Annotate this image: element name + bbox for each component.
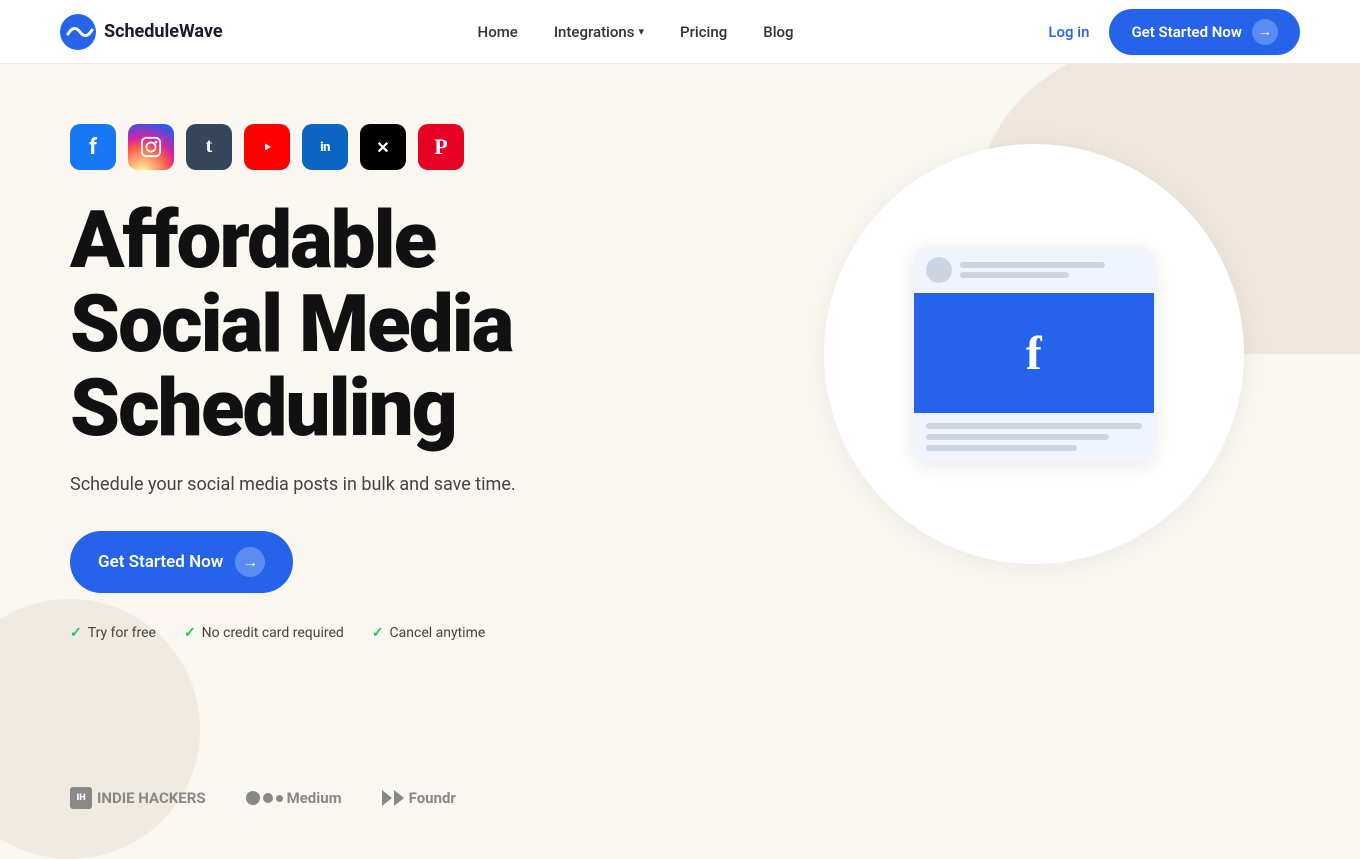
foundr-chev-1 [382, 790, 392, 806]
navbar: ScheduleWave Home Integrations ▾ Pricing… [0, 0, 1360, 64]
linkedin-icon[interactable]: in [302, 124, 348, 170]
medium-logo: Medium [246, 789, 342, 807]
instagram-icon[interactable] [128, 124, 174, 170]
ih-box-icon: IH [70, 787, 92, 809]
card-footer [914, 413, 1154, 461]
footer-line-1 [926, 423, 1142, 429]
illustration-circle: f [824, 144, 1244, 564]
footer-line-2 [926, 434, 1110, 440]
trust-badge-no-cc: ✓ No credit card required [184, 625, 344, 641]
nav-actions: Log in Get Started Now → [1048, 9, 1300, 55]
medium-dot-2 [263, 793, 273, 803]
nav-home[interactable]: Home [478, 23, 518, 41]
logo-link[interactable]: ScheduleWave [60, 14, 223, 50]
card-image-area: f [914, 293, 1154, 413]
hero-cta-button[interactable]: Get Started Now → [70, 531, 293, 593]
medium-label: Medium [287, 789, 342, 807]
ih-label: INDIE HACKERS [97, 789, 206, 807]
nav-integrations[interactable]: Integrations ▾ [554, 23, 644, 41]
medium-dots-icon [246, 791, 283, 805]
chevron-down-icon: ▾ [638, 25, 644, 38]
hero-illustration: f [778, 144, 1290, 564]
trust-badge-free: ✓ Try for free [70, 625, 156, 641]
logo-icon [60, 14, 96, 50]
hero-arrow-icon: → [235, 547, 265, 577]
social-icons-row: f t in ✕ P [70, 124, 741, 170]
login-link[interactable]: Log in [1048, 23, 1089, 41]
card-header [914, 247, 1154, 293]
nav-blog[interactable]: Blog [763, 23, 793, 41]
facebook-f-logo: f [1026, 326, 1042, 381]
header-line-1 [960, 262, 1106, 268]
logo-text: ScheduleWave [104, 21, 223, 42]
foundr-label: Foundr [409, 789, 456, 807]
nav-cta-button[interactable]: Get Started Now → [1109, 9, 1300, 55]
card-avatar [926, 257, 952, 283]
nav-links: Home Integrations ▾ Pricing Blog [478, 22, 794, 41]
medium-dot-3 [276, 795, 283, 802]
hero-left: f t in ✕ P Affordable Social [70, 124, 741, 641]
tumblr-icon[interactable]: t [186, 124, 232, 170]
x-icon[interactable]: ✕ [360, 124, 406, 170]
youtube-icon[interactable] [244, 124, 290, 170]
foundr-chev-2 [394, 790, 404, 806]
facebook-post-card: f [914, 247, 1154, 461]
check-icon: ✓ [184, 625, 196, 641]
arrow-circle-icon: → [1252, 19, 1278, 45]
header-line-2 [960, 272, 1069, 278]
trust-badge-cancel: ✓ Cancel anytime [372, 625, 485, 641]
check-icon: ✓ [372, 625, 384, 641]
nav-pricing[interactable]: Pricing [680, 23, 727, 41]
footer-line-3 [926, 445, 1077, 451]
check-icon: ✓ [70, 625, 82, 641]
hero-subtext: Schedule your social media posts in bulk… [70, 474, 741, 495]
foundr-chevrons-icon [382, 790, 404, 806]
pinterest-icon[interactable]: P [418, 124, 464, 170]
card-header-lines [960, 262, 1142, 278]
trust-badges: ✓ Try for free ✓ No credit card required… [70, 625, 741, 641]
indie-hackers-logo: IH INDIE HACKERS [70, 787, 206, 809]
press-logos: IH INDIE HACKERS Medium Foundr [70, 787, 456, 809]
foundr-logo: Foundr [382, 789, 456, 807]
facebook-icon[interactable]: f [70, 124, 116, 170]
medium-dot-1 [246, 791, 260, 805]
hero-section: f t in ✕ P Affordable Social [0, 64, 1360, 859]
hero-headline: Affordable Social Media Scheduling [70, 198, 741, 450]
